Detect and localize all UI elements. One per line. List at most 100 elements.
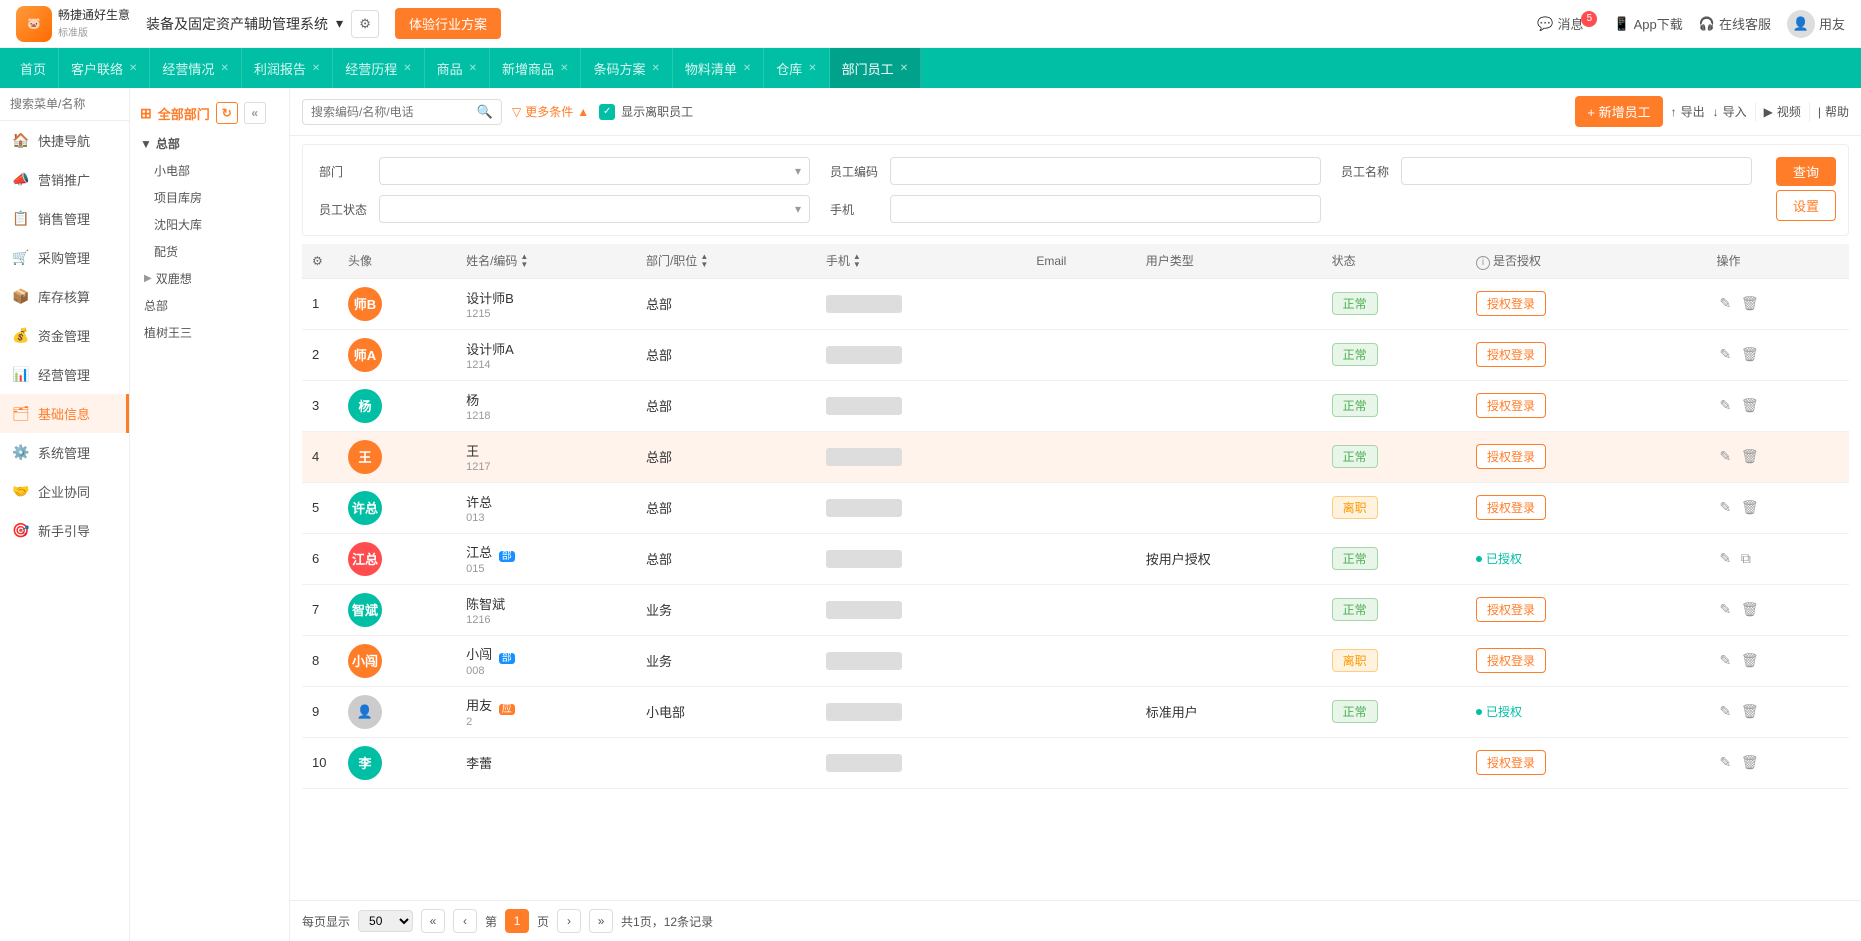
tab-warehouse-close[interactable]: ✕: [808, 63, 816, 74]
delete-button[interactable]: 🗑: [1741, 295, 1759, 311]
sidebar-item-inventory[interactable]: 📦 库存核算: [0, 277, 129, 316]
tab-add-goods-close[interactable]: ✕: [560, 63, 568, 74]
page-prev-button[interactable]: ‹: [453, 909, 477, 933]
auth-login-button[interactable]: 授权登录: [1476, 291, 1546, 316]
search-input[interactable]: [311, 105, 471, 119]
empname-input[interactable]: [1401, 157, 1752, 185]
dept-select[interactable]: ▾: [379, 157, 810, 185]
edit-button[interactable]: ✎: [1720, 754, 1732, 770]
sidebar-item-sales[interactable]: 📋 销售管理: [0, 199, 129, 238]
title-dropdown-arrow[interactable]: ▾: [336, 15, 343, 32]
col-phone[interactable]: 手机 ▲▼: [816, 244, 1026, 278]
app-download-item[interactable]: 📱 App下载: [1613, 14, 1682, 33]
col-settings[interactable]: ⚙: [302, 244, 338, 278]
tab-goods-close[interactable]: ✕: [469, 63, 477, 74]
dept-tree-item-shuanglu[interactable]: ▶ 双鹿想: [130, 265, 289, 292]
dept-collapse-button[interactable]: «: [244, 102, 266, 124]
delete-button[interactable]: 🗑: [1741, 397, 1759, 413]
tab-barcode-close[interactable]: ✕: [651, 63, 659, 74]
per-page-select[interactable]: 50 100: [358, 910, 413, 932]
page-first-button[interactable]: «: [421, 909, 445, 933]
delete-button[interactable]: 🗑: [1741, 448, 1759, 464]
export-button[interactable]: ↑ 导出: [1671, 103, 1705, 120]
page-next-button[interactable]: ›: [557, 909, 581, 933]
sidebar-item-guide[interactable]: 🎯 新手引导: [0, 511, 129, 550]
tab-add-goods[interactable]: 新增商品 ✕: [490, 48, 581, 88]
tab-employee[interactable]: 部门员工 ✕: [830, 48, 921, 88]
empcode-input[interactable]: [890, 157, 1321, 185]
tab-customer[interactable]: 客户联络 ✕: [59, 48, 150, 88]
sidebar-item-nav[interactable]: 🏠 快捷导航: [0, 121, 129, 160]
auth-login-button[interactable]: 授权登录: [1476, 495, 1546, 520]
user-item[interactable]: 👤 用友: [1787, 10, 1845, 38]
tab-bom-close[interactable]: ✕: [743, 63, 751, 74]
edit-button[interactable]: ✎: [1720, 346, 1732, 362]
query-button[interactable]: 查询: [1776, 157, 1836, 186]
copy-button[interactable]: ⧉: [1741, 550, 1751, 566]
dept-tree-item-headquarters-parent[interactable]: ▼ 总部: [130, 130, 289, 157]
status-select[interactable]: ▾: [379, 195, 810, 223]
page-current[interactable]: 1: [505, 909, 529, 933]
more-filter-button[interactable]: ▽ 更多条件 ▲: [512, 103, 589, 120]
page-last-button[interactable]: »: [589, 909, 613, 933]
tab-history-close[interactable]: ✕: [403, 63, 411, 74]
auth-login-button[interactable]: 授权登录: [1476, 444, 1546, 469]
dept-tree-item-zhishu[interactable]: 植树王三: [130, 319, 289, 346]
delete-button[interactable]: 🗑: [1741, 346, 1759, 362]
sidebar-item-marketing[interactable]: 📣 营销推广: [0, 160, 129, 199]
online-service-item[interactable]: 🎧 在线客服: [1699, 14, 1771, 33]
sidebar-search-input[interactable]: [10, 97, 130, 111]
phone-input[interactable]: [890, 195, 1321, 223]
delete-button[interactable]: 🗑: [1741, 754, 1759, 770]
auth-login-button[interactable]: 授权登录: [1476, 750, 1546, 775]
help-button[interactable]: | 帮助: [1818, 103, 1849, 120]
tab-barcode[interactable]: 条码方案 ✕: [581, 48, 672, 88]
edit-button[interactable]: ✎: [1720, 550, 1732, 566]
sort-name-icon[interactable]: ▲▼: [520, 253, 528, 269]
delete-button[interactable]: 🗑: [1741, 652, 1759, 668]
sidebar-item-purchase[interactable]: 🛒 采购管理: [0, 238, 129, 277]
tab-employee-close[interactable]: ✕: [900, 63, 908, 74]
message-item[interactable]: 💬 消息 5: [1537, 14, 1597, 33]
dept-tree-item-distribution[interactable]: 配货: [130, 238, 289, 265]
delete-button[interactable]: 🗑: [1741, 703, 1759, 719]
tab-operation-close[interactable]: ✕: [220, 63, 228, 74]
col-name[interactable]: 姓名/编码 ▲▼: [456, 244, 636, 278]
edit-button[interactable]: ✎: [1720, 499, 1732, 515]
dept-tree-item-shenyang[interactable]: 沈阳大库: [130, 211, 289, 238]
reset-button[interactable]: 设置: [1776, 190, 1836, 221]
auth-login-button[interactable]: 授权登录: [1476, 393, 1546, 418]
sort-phone-icon[interactable]: ▲▼: [853, 253, 861, 269]
tab-profit-close[interactable]: ✕: [312, 63, 320, 74]
sort-dept-icon[interactable]: ▲▼: [700, 253, 708, 269]
auth-login-button[interactable]: 授权登录: [1476, 648, 1546, 673]
sidebar-item-cooperation[interactable]: 🤝 企业协同: [0, 472, 129, 511]
search-input-wrap[interactable]: 🔍: [302, 99, 502, 125]
tab-customer-close[interactable]: ✕: [129, 63, 137, 74]
dept-tree-item-hq2[interactable]: 总部: [130, 292, 289, 319]
tab-goods[interactable]: 商品 ✕: [425, 48, 490, 88]
edit-button[interactable]: ✎: [1720, 652, 1732, 668]
show-inactive-checkbox[interactable]: ✓: [599, 104, 615, 120]
sidebar-item-operation[interactable]: 📊 经营管理: [0, 355, 129, 394]
col-dept[interactable]: 部门/职位 ▲▼: [636, 244, 816, 278]
import-button[interactable]: ↓ 导入: [1713, 103, 1747, 120]
tab-profit[interactable]: 利润报告 ✕: [242, 48, 333, 88]
gear-button[interactable]: ⚙: [351, 10, 379, 38]
tab-operation[interactable]: 经营情况 ✕: [150, 48, 241, 88]
view-button[interactable]: ▶ 视频: [1764, 103, 1801, 120]
tab-history[interactable]: 经营历程 ✕: [333, 48, 424, 88]
sidebar-item-finance[interactable]: 💰 资金管理: [0, 316, 129, 355]
auth-login-button[interactable]: 授权登录: [1476, 342, 1546, 367]
edit-button[interactable]: ✎: [1720, 397, 1732, 413]
dept-refresh-button[interactable]: ↻: [216, 102, 238, 124]
edit-button[interactable]: ✎: [1720, 295, 1732, 311]
tab-warehouse[interactable]: 仓库 ✕: [764, 48, 829, 88]
tab-bom[interactable]: 物料清单 ✕: [673, 48, 764, 88]
tab-home[interactable]: 首页: [8, 48, 59, 88]
delete-button[interactable]: 🗑: [1741, 499, 1759, 515]
sidebar-item-basic[interactable]: 🗂 基础信息: [0, 394, 129, 433]
edit-button[interactable]: ✎: [1720, 601, 1732, 617]
show-inactive-wrap[interactable]: ✓ 显示离职员工: [599, 103, 693, 120]
dept-tree-item-project[interactable]: 项目库房: [130, 184, 289, 211]
